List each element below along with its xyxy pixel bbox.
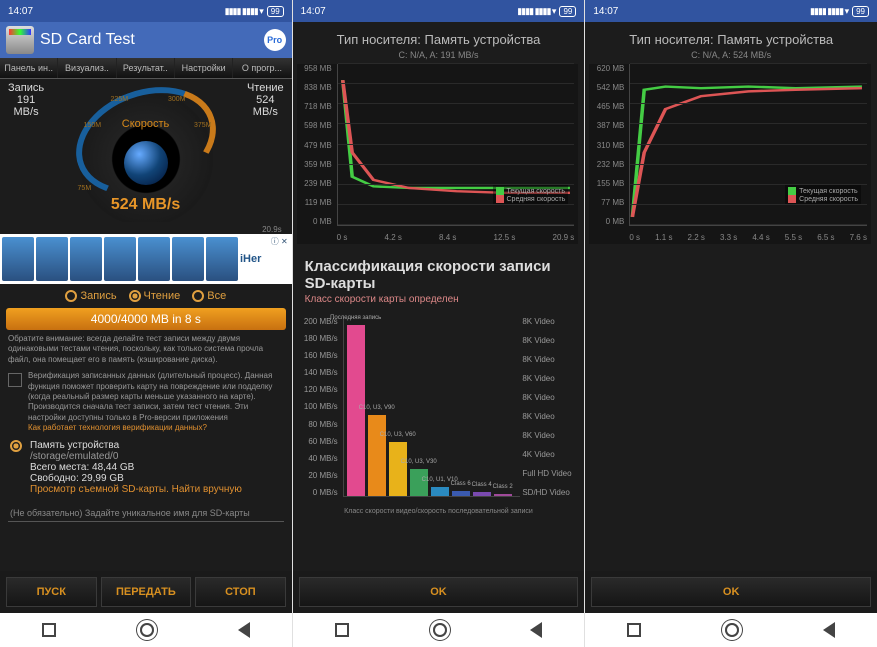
storage-free: Свободно: 29,99 GB (30, 473, 242, 484)
radio-write[interactable]: Запись (65, 290, 116, 302)
nav-back-icon[interactable] (238, 622, 250, 638)
chart-legend: Текущая скорость Средняя скорость (493, 185, 569, 205)
title-bar: SD Card Test Pro (0, 22, 292, 58)
read-label: Чтение (247, 82, 284, 94)
ok-button[interactable]: OK (299, 577, 579, 607)
storage-browse-link[interactable]: Просмотр съемной SD-карты. Найти вручную (30, 484, 242, 495)
read-speed-chart: 620 MB542 MB465 MB387 MB310 MB232 MB155 … (589, 64, 871, 244)
button-row: OK (293, 571, 585, 613)
card-name-input[interactable]: (Не обязательно) Задайте уникальное имя … (8, 505, 284, 522)
send-button[interactable]: ПЕРЕДАТЬ (101, 577, 192, 607)
chart-subtitle: C: N/A, A: 524 MB/s (585, 50, 877, 60)
progress-bar: 4000/4000 MB in 8 s (6, 308, 286, 330)
ad-close-icon[interactable]: ⓘ ✕ (271, 236, 288, 247)
tab-panel[interactable]: Панель ин.. (0, 58, 58, 78)
battery-icon: 99 (267, 6, 284, 17)
chart-title: Тип носителя: Память устройства (585, 26, 877, 50)
storage-title: Память устройства (30, 440, 242, 451)
info-note-1: Обратите внимание: всегда делайте тест з… (0, 330, 292, 369)
app-icon (6, 26, 34, 54)
tab-results[interactable]: Результат.. (117, 58, 175, 78)
clock: 14:07 (301, 6, 326, 17)
storage-radio[interactable] (10, 440, 22, 452)
verify-checkbox[interactable] (8, 373, 22, 387)
chart-title: Тип носителя: Память устройства (293, 26, 585, 50)
nav-recent-icon[interactable] (627, 623, 641, 637)
chart-subtitle: C: N/A, A: 191 MB/s (293, 50, 585, 60)
radio-read[interactable]: Чтение (129, 290, 181, 302)
chart-content: Тип носителя: Память устройства C: N/A, … (293, 22, 585, 571)
tab-bar: Панель ин.. Визуализ.. Результат.. Настр… (0, 58, 292, 79)
gauge-speed: 524 MB/s (66, 196, 226, 214)
button-row: OK (585, 571, 877, 613)
nav-home-icon[interactable] (433, 623, 447, 637)
clock: 14:07 (593, 6, 618, 17)
classify-heading: Классификация скорости записи SD-карты (293, 248, 585, 294)
tab-visual[interactable]: Визуализ.. (58, 58, 116, 78)
signal-icon: ▮▮▮▮ ▮▮▮▮ ▾ (517, 6, 555, 17)
mode-radios: Запись Чтение Все (0, 284, 292, 308)
chart-legend: Текущая скорость Средняя скорость (785, 185, 861, 205)
nav-home-icon[interactable] (725, 623, 739, 637)
nav-bar (585, 613, 877, 647)
storage-select[interactable]: Память устройства /storage/emulated/0 Вс… (0, 436, 292, 499)
signal-icon: ▮▮▮▮ ▮▮▮▮ ▾ (225, 6, 263, 17)
screen-3: 14:07 ▮▮▮▮ ▮▮▮▮ ▾ 99 Тип носителя: Памят… (585, 0, 877, 647)
nav-back-icon[interactable] (530, 622, 542, 638)
chart-content: Тип носителя: Память устройства C: N/A, … (585, 22, 877, 571)
write-value: 191 (8, 94, 44, 106)
signal-icon: ▮▮▮▮ ▮▮▮▮ ▾ (810, 6, 848, 17)
write-speed-chart: 958 MB838 MB718 MB598 MB479 MB359 MB239 … (297, 64, 579, 244)
globe-icon (124, 141, 168, 185)
elapsed-time: 20.9s (0, 225, 292, 234)
write-label: Запись (8, 82, 44, 94)
ad-banner[interactable]: iHer ⓘ ✕ (0, 234, 292, 284)
clock: 14:07 (8, 6, 33, 17)
main-content: Запись 191 MB/s Скорость 524 MB/s 75M 15… (0, 79, 292, 571)
classify-sub: Класс скорости карты определен (293, 294, 585, 313)
start-button[interactable]: ПУСК (6, 577, 97, 607)
storage-path: /storage/emulated/0 (30, 451, 242, 462)
read-value: 524 (247, 94, 284, 106)
nav-bar (0, 613, 292, 647)
speed-class-chart: 200 MB/s180 MB/s160 MB/s140 MB/s120 MB/s… (301, 317, 577, 517)
screen-1: 14:07 ▮▮▮▮ ▮▮▮▮ ▾ 99 SD Card Test Pro Па… (0, 0, 292, 647)
nav-home-icon[interactable] (140, 623, 154, 637)
read-unit: MB/s (247, 106, 284, 118)
tab-settings[interactable]: Настройки (175, 58, 233, 78)
speed-gauge: Скорость 524 MB/s 75M 150M 225M 300M 375… (66, 82, 226, 222)
verify-link[interactable]: Как работает технология верификации данн… (28, 423, 207, 432)
radio-all[interactable]: Все (192, 290, 226, 302)
write-unit: MB/s (8, 106, 44, 118)
nav-back-icon[interactable] (823, 622, 835, 638)
app-title: SD Card Test (40, 31, 135, 49)
screen-2: 14:07 ▮▮▮▮ ▮▮▮▮ ▾ 99 Тип носителя: Памят… (293, 0, 585, 647)
status-bar: 14:07 ▮▮▮▮ ▮▮▮▮ ▾ 99 (0, 0, 292, 22)
status-bar: 14:07 ▮▮▮▮ ▮▮▮▮ ▾ 99 (585, 0, 877, 22)
storage-total: Всего места: 48,44 GB (30, 462, 242, 473)
battery-icon: 99 (852, 6, 869, 17)
nav-recent-icon[interactable] (335, 623, 349, 637)
nav-recent-icon[interactable] (42, 623, 56, 637)
status-bar: 14:07 ▮▮▮▮ ▮▮▮▮ ▾ 99 (293, 0, 585, 22)
bar-caption: Класс скорости видео/скорость последоват… (301, 506, 577, 515)
stop-button[interactable]: СТОП (195, 577, 286, 607)
ok-button[interactable]: OK (591, 577, 871, 607)
tab-about[interactable]: О прогр... (233, 58, 291, 78)
verify-note: Верификация записанных данных (длительны… (28, 371, 272, 422)
button-row: ПУСК ПЕРЕДАТЬ СТОП (0, 571, 292, 613)
battery-icon: 99 (559, 6, 576, 17)
nav-bar (293, 613, 585, 647)
pro-badge[interactable]: Pro (264, 29, 286, 51)
